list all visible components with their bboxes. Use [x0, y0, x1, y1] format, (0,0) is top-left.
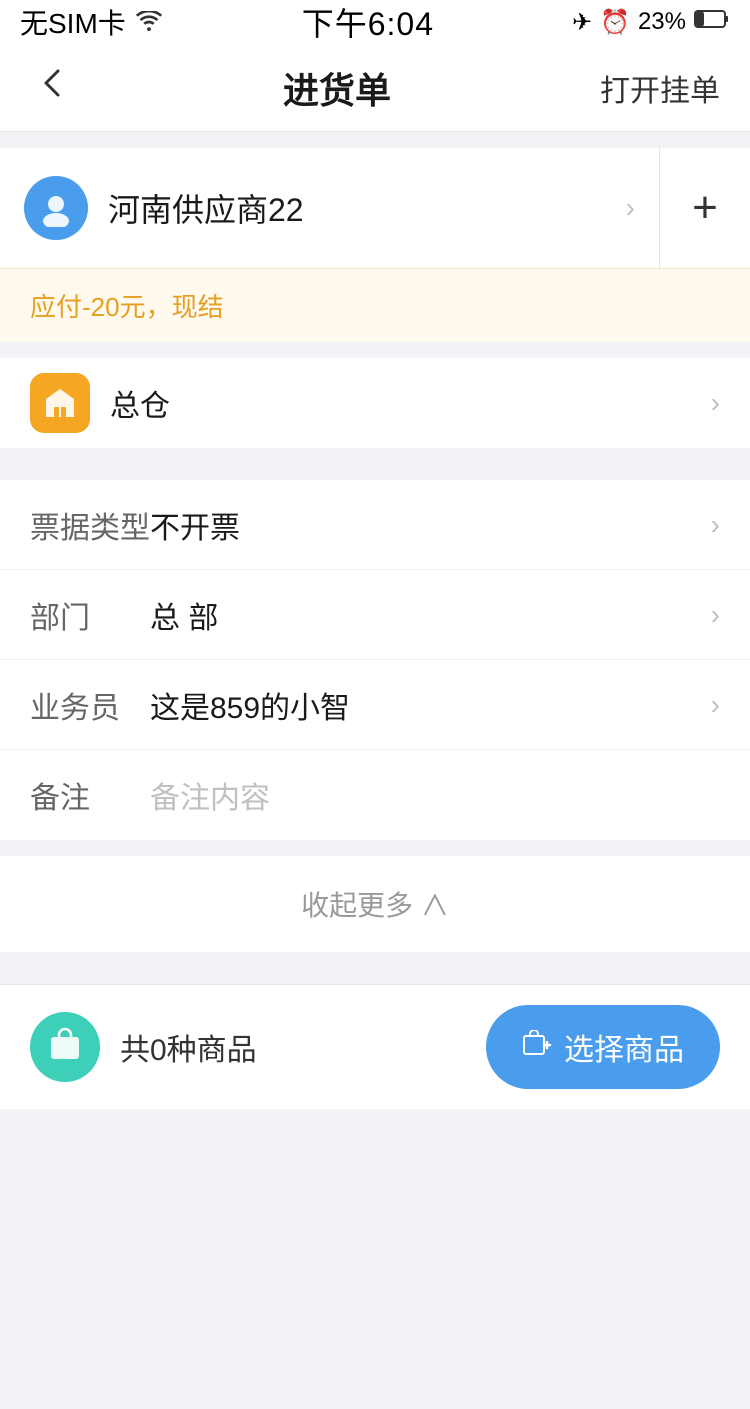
- warehouse-row[interactable]: 总仓 ›: [0, 358, 750, 448]
- back-button[interactable]: [30, 53, 74, 123]
- invoice-type-label: 票据类型: [30, 503, 150, 547]
- add-supplier-button[interactable]: +: [660, 155, 750, 261]
- department-value: 总 部: [150, 593, 711, 637]
- battery-text: 23%: [638, 8, 686, 36]
- salesperson-row[interactable]: 业务员 这是859的小智 ›: [0, 660, 750, 750]
- notice-text: 应付-20元，现结: [30, 292, 224, 322]
- location-icon: ✈: [572, 8, 592, 37]
- open-pending-button[interactable]: 打开挂单: [600, 66, 720, 110]
- page-background: [0, 1109, 750, 1409]
- department-row[interactable]: 部门 总 部 ›: [0, 570, 750, 660]
- status-bar: 无SIM卡 下午6:04 ✈ ⏰ 23%: [0, 0, 750, 44]
- nav-bar: 进货单 打开挂单: [0, 44, 750, 132]
- department-label: 部门: [30, 593, 150, 637]
- section-gap-1: [0, 132, 750, 148]
- notice-banner: 应付-20元，现结: [0, 268, 750, 342]
- select-product-label: 选择商品: [564, 1025, 684, 1069]
- alarm-icon: ⏰: [600, 8, 630, 37]
- section-gap-3: [0, 448, 750, 464]
- invoice-type-chevron-icon: ›: [711, 509, 720, 541]
- invoice-type-row[interactable]: 票据类型 不开票 ›: [0, 480, 750, 570]
- select-product-button[interactable]: 选择商品: [486, 1005, 720, 1089]
- supplier-avatar: [24, 176, 88, 240]
- invoice-type-value: 不开票: [150, 503, 711, 547]
- warehouse-icon-wrap: [30, 373, 90, 433]
- status-left: 无SIM卡: [20, 2, 164, 42]
- fields-section: 票据类型 不开票 › 部门 总 部 › 业务员 这是859的小智 › 备注 备注…: [0, 480, 750, 840]
- warehouse-section: 总仓 ›: [0, 358, 750, 448]
- status-time: 下午6:04: [302, 0, 434, 45]
- remark-row[interactable]: 备注 备注内容: [0, 750, 750, 840]
- supplier-selector[interactable]: 河南供应商22 ›: [0, 148, 660, 268]
- cart-icon-wrap: [30, 1012, 100, 1082]
- remark-label: 备注: [30, 773, 150, 817]
- product-count: 共0种商品: [120, 1025, 466, 1069]
- supplier-chevron-icon: ›: [626, 192, 635, 224]
- select-product-icon: [522, 1030, 552, 1065]
- warehouse-chevron-icon: ›: [711, 387, 720, 419]
- salesperson-chevron-icon: ›: [711, 689, 720, 721]
- department-chevron-icon: ›: [711, 599, 720, 631]
- section-gap-2: [0, 342, 750, 358]
- battery-icon: [694, 8, 730, 36]
- collapse-label: 收起更多 ∧: [301, 884, 449, 924]
- status-right: ✈ ⏰ 23%: [572, 8, 730, 37]
- collapse-row[interactable]: 收起更多 ∧: [0, 856, 750, 952]
- supplier-name: 河南供应商22: [108, 185, 616, 231]
- salesperson-label: 业务员: [30, 683, 150, 727]
- remark-value: 备注内容: [150, 773, 720, 817]
- warehouse-name: 总仓: [110, 381, 711, 425]
- bottom-bar: 共0种商品 选择商品: [0, 984, 750, 1109]
- add-icon: +: [692, 183, 718, 233]
- salesperson-value: 这是859的小智: [150, 683, 711, 727]
- carrier-text: 无SIM卡: [20, 2, 126, 42]
- section-gap-4: [0, 952, 750, 968]
- wifi-icon: [134, 6, 164, 38]
- page-title: 进货单: [283, 62, 391, 114]
- supplier-section: 河南供应商22 › +: [0, 148, 750, 268]
